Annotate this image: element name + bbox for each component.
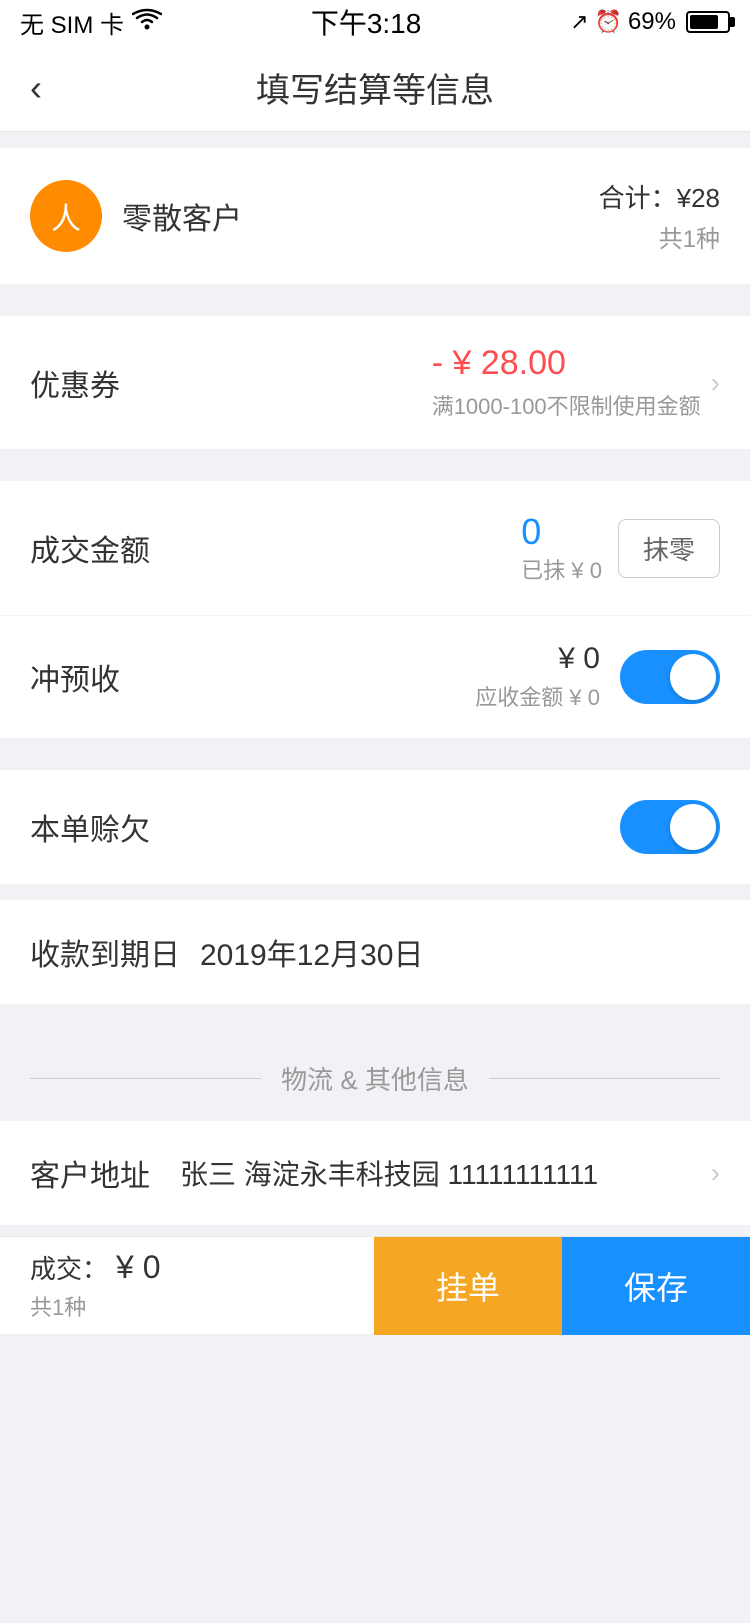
- amount-section: 成交金额 0 已抹 ¥ 0 抹零 冲预收 ¥ 0 应收金额 ¥ 0: [0, 481, 750, 738]
- prereceive-toggle[interactable]: [620, 650, 720, 704]
- debit-toggle[interactable]: [620, 800, 720, 854]
- deal-amount-row: 成交金额 0 已抹 ¥ 0 抹零: [0, 481, 750, 616]
- debit-section: 本单赊欠: [0, 770, 750, 884]
- coupon-discount: - ¥ 28.00: [432, 344, 701, 383]
- prereceive-sub: 应收金额 ¥ 0: [475, 680, 600, 712]
- avatar-icon: 人: [51, 194, 81, 238]
- address-value: 张三 海淀永丰科技园 11111111111: [180, 1153, 711, 1193]
- page-title: 填写结算等信息: [256, 63, 494, 112]
- chevron-right-icon: ›: [711, 367, 720, 399]
- coupon-info: - ¥ 28.00 满1000-100不限制使用金额: [432, 344, 701, 421]
- alarm-icon: ⏰: [595, 9, 622, 35]
- logistics-divider-text: 物流 & 其他信息: [281, 1060, 469, 1097]
- coupon-label: 优惠券: [30, 361, 120, 405]
- status-bar: 无 SIM 卡 下午3:18 ↗ ⏰ 69%: [0, 0, 750, 44]
- prereceive-label: 冲预收: [30, 655, 120, 699]
- bottom-count: 共1种: [30, 1290, 344, 1322]
- deal-amount-value: 0: [521, 511, 602, 553]
- debit-toggle-thumb: [670, 804, 716, 850]
- debit-label: 本单赊欠: [30, 805, 150, 849]
- total-amount-label: 合计：¥28: [599, 178, 720, 215]
- carrier-text: 无 SIM 卡: [20, 5, 124, 40]
- location-icon: ↗: [570, 9, 588, 35]
- duedate-value: 2019年12月30日: [200, 930, 423, 974]
- round-button[interactable]: 抹零: [618, 519, 720, 578]
- address-chevron-icon: ›: [711, 1157, 720, 1189]
- divider-line-left: [30, 1078, 261, 1079]
- avatar: 人: [30, 180, 102, 252]
- coupon-desc: 满1000-100不限制使用金额: [432, 389, 701, 421]
- bottom-info: 成交： ¥ 0 共1种: [0, 1249, 374, 1322]
- duedate-section: 收款到期日 2019年12月30日: [0, 900, 750, 1004]
- back-button[interactable]: ‹: [30, 67, 42, 109]
- bottom-deal-label: 成交：: [30, 1249, 108, 1286]
- logistics-divider: 物流 & 其他信息: [0, 1036, 750, 1121]
- duedate-label: 收款到期日: [30, 930, 180, 974]
- prereceive-values: ¥ 0 应收金额 ¥ 0: [475, 642, 600, 712]
- customer-left: 人 零散客户: [30, 180, 242, 252]
- nav-bar: ‹ 填写结算等信息: [0, 44, 750, 132]
- save-button[interactable]: 保存: [562, 1237, 750, 1335]
- coupon-right: - ¥ 28.00 满1000-100不限制使用金额 ›: [432, 344, 720, 421]
- deal-amount-right: 0 已抹 ¥ 0 抹零: [521, 511, 720, 585]
- coupon-row[interactable]: 优惠券 - ¥ 28.00 满1000-100不限制使用金额 ›: [0, 316, 750, 449]
- bottom-bar: 成交： ¥ 0 共1种 挂单 保存: [0, 1236, 750, 1334]
- bottom-deal-amount: ¥ 0: [116, 1249, 160, 1286]
- battery-percent: 69%: [628, 8, 676, 36]
- status-left: 无 SIM 卡: [20, 5, 162, 40]
- status-right: ↗ ⏰ 69%: [570, 8, 730, 36]
- battery-icon: [686, 11, 730, 33]
- bottom-deal-row: 成交： ¥ 0: [30, 1249, 344, 1286]
- address-row[interactable]: 客户地址 张三 海淀永丰科技园 11111111111 ›: [0, 1121, 750, 1225]
- deal-amount-values: 0 已抹 ¥ 0: [521, 511, 602, 585]
- logistics-section: 物流 & 其他信息: [0, 1036, 750, 1121]
- total-count: 共1种: [599, 219, 720, 254]
- status-time: 下午3:18: [311, 2, 422, 42]
- deal-amount-label: 成交金额: [30, 526, 150, 570]
- customer-total: 合计：¥28 共1种: [599, 178, 720, 254]
- deal-amount-sub: 已抹 ¥ 0: [521, 553, 602, 585]
- prereceive-row: 冲预收 ¥ 0 应收金额 ¥ 0: [0, 616, 750, 738]
- prereceive-right: ¥ 0 应收金额 ¥ 0: [475, 642, 720, 712]
- divider-line-right: [489, 1078, 720, 1079]
- toggle-thumb: [670, 654, 716, 700]
- pend-button[interactable]: 挂单: [374, 1237, 562, 1335]
- address-label: 客户地址: [30, 1151, 150, 1195]
- customer-name: 零散客户: [122, 194, 242, 238]
- prereceive-main: ¥ 0: [475, 642, 600, 676]
- customer-section: 人 零散客户 合计：¥28 共1种: [0, 148, 750, 284]
- wifi-icon: [132, 8, 162, 37]
